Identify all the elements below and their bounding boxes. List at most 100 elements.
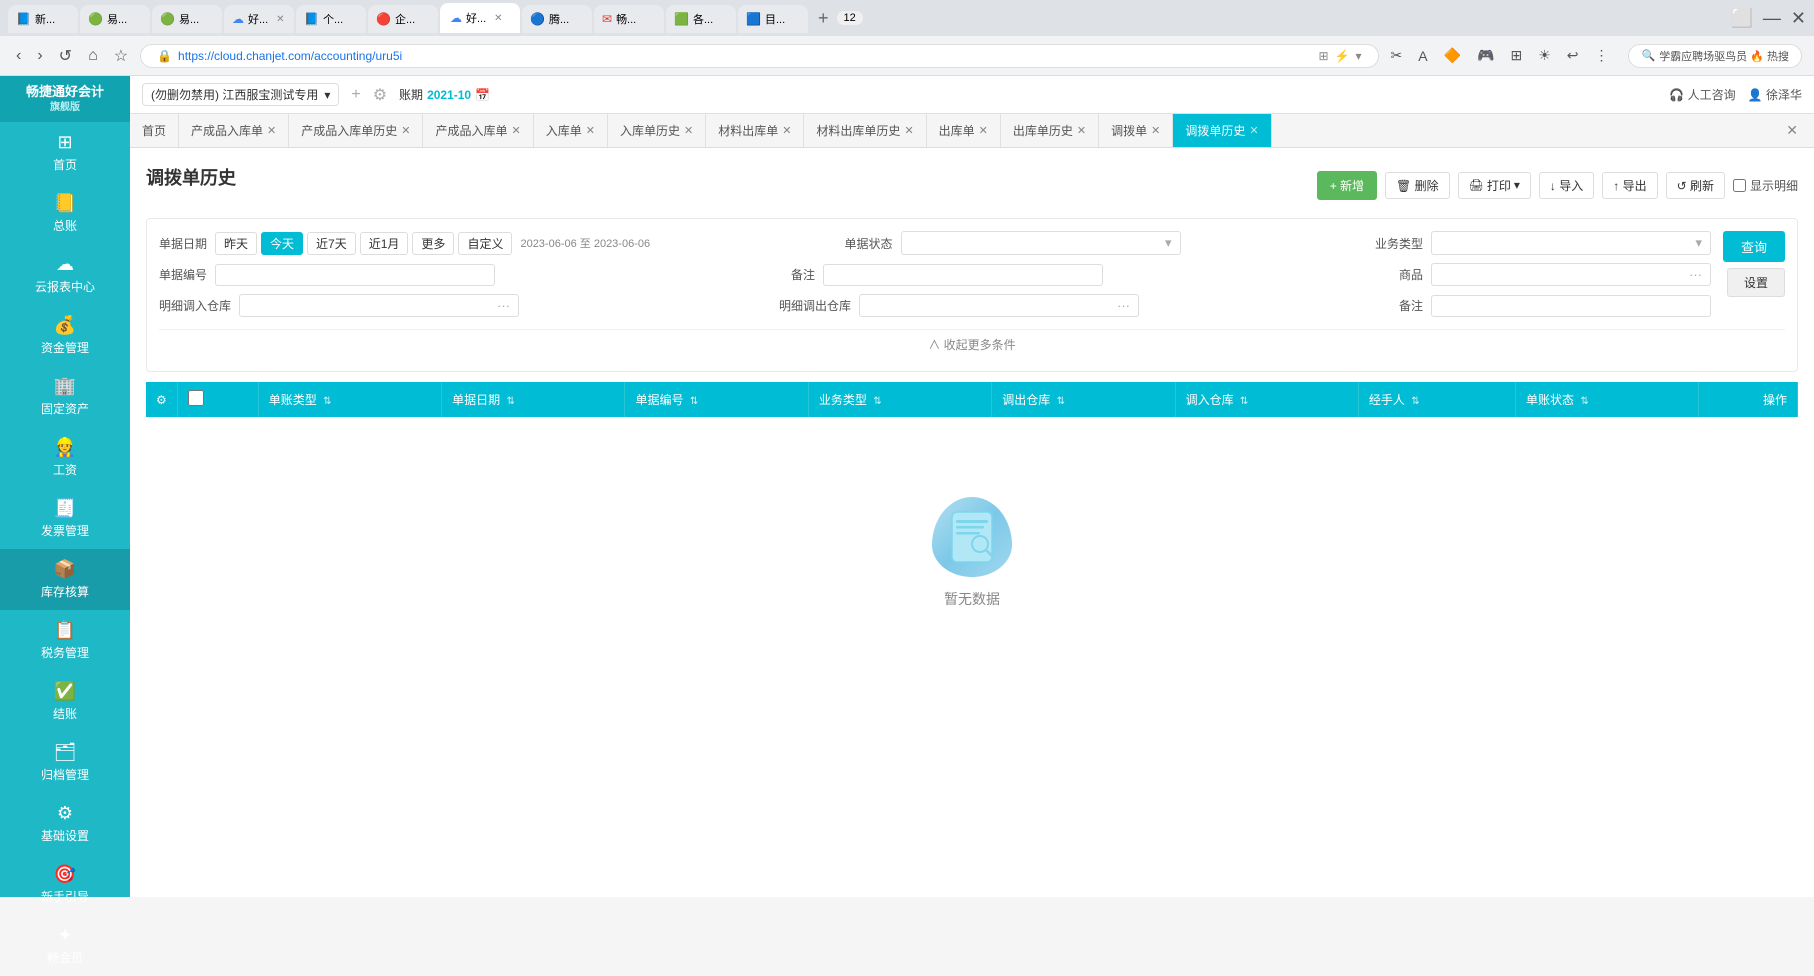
brightness-icon[interactable]: ☀ bbox=[1534, 43, 1555, 68]
status-select[interactable]: ▾ bbox=[901, 231, 1181, 255]
note2-input[interactable] bbox=[1431, 295, 1711, 317]
query-button[interactable]: 查询 bbox=[1723, 231, 1785, 262]
browser-tab-2[interactable]: 🟢 易... bbox=[80, 5, 150, 33]
import-button[interactable]: ↓ 导入 bbox=[1539, 172, 1594, 199]
sidebar-item-wage[interactable]: 👷 工资 bbox=[0, 427, 130, 488]
new-button[interactable]: + 新增 bbox=[1317, 171, 1377, 200]
display-toggle[interactable]: 显示明细 bbox=[1733, 177, 1798, 194]
close-window-icon[interactable]: ✕ bbox=[1791, 8, 1806, 29]
page-tab-7[interactable]: 材料出库单历史 ✕ bbox=[804, 114, 926, 148]
page-tab-home[interactable]: 首页 bbox=[130, 114, 179, 148]
close-tab-3-icon[interactable]: ✕ bbox=[512, 124, 521, 137]
browser-tab-1[interactable]: 📘 新... bbox=[8, 5, 78, 33]
col-out-warehouse[interactable]: 调出仓库 ⇅ bbox=[992, 382, 1175, 417]
browser-tab-7[interactable]: ☁ 好... ✕ bbox=[440, 3, 520, 33]
col-handler[interactable]: 经手人 ⇅ bbox=[1358, 382, 1515, 417]
sidebar-item-member[interactable]: ✦ 畅会员 bbox=[0, 915, 130, 976]
week-btn[interactable]: 近7天 bbox=[307, 232, 356, 255]
close-tab-4b-icon[interactable]: ✕ bbox=[586, 124, 595, 137]
print-button[interactable]: 🖨 打印 ▾ bbox=[1458, 172, 1531, 199]
refresh-page-button[interactable]: ↺ 刷新 bbox=[1666, 172, 1725, 199]
delete-button[interactable]: 🗑 删除 bbox=[1385, 172, 1450, 199]
biz-type-select[interactable]: ▾ bbox=[1431, 231, 1711, 255]
browser-tab-10[interactable]: 🟩 各... bbox=[666, 5, 736, 33]
new-tab-button[interactable]: + bbox=[818, 8, 829, 29]
page-tab-1[interactable]: 产成品入库单 ✕ bbox=[179, 114, 289, 148]
menu-icon[interactable]: ⋮ bbox=[1590, 43, 1612, 68]
sidebar-item-report[interactable]: ☁ 云报表中心 bbox=[0, 244, 130, 305]
sidebar-item-fund[interactable]: 💰 资金管理 bbox=[0, 305, 130, 366]
period-selector[interactable]: 账期 2021-10 📅 bbox=[399, 86, 490, 103]
close-tab-10-icon[interactable]: ✕ bbox=[1151, 124, 1160, 137]
close-tab-2-icon[interactable]: ✕ bbox=[401, 124, 410, 137]
browser-tab-8[interactable]: 🔵 腾... bbox=[522, 5, 592, 33]
home-button[interactable]: ⌂ bbox=[84, 43, 102, 69]
display-toggle-checkbox[interactable] bbox=[1733, 179, 1746, 192]
extensions-button[interactable]: ✂ bbox=[1387, 43, 1407, 68]
goods-select[interactable]: ··· bbox=[1431, 263, 1711, 286]
page-tab-2[interactable]: 产成品入库单历史 ✕ bbox=[289, 114, 423, 148]
detail-in-select[interactable]: ··· bbox=[239, 294, 519, 317]
browser-tab-4[interactable]: ☁ 好... ✕ bbox=[224, 5, 294, 33]
detail-out-select[interactable]: ··· bbox=[859, 294, 1139, 317]
close-tab-9-icon[interactable]: ✕ bbox=[1077, 124, 1086, 137]
sidebar-item-home[interactable]: ⊞ 首页 bbox=[0, 122, 130, 183]
page-tab-5[interactable]: 入库单历史 ✕ bbox=[608, 114, 706, 148]
setting-button[interactable]: 设置 bbox=[1727, 268, 1785, 297]
close-all-tabs-icon[interactable]: ✕ bbox=[1778, 122, 1806, 139]
company-selector[interactable]: (勿删勿禁用) 江西服宝测试专用 ▾ bbox=[142, 83, 339, 106]
address-dropdown-icon[interactable]: ▾ bbox=[1355, 49, 1361, 63]
user-avatar[interactable]: 👤 徐泽华 bbox=[1748, 86, 1802, 103]
close-tab-1-icon[interactable]: ✕ bbox=[267, 124, 276, 137]
search-box[interactable]: 🔍 学霸应聘场驱鸟员 🔥 热搜 bbox=[1628, 44, 1802, 68]
sidebar-item-settle[interactable]: ✅ 结账 bbox=[0, 671, 130, 732]
translate-icon[interactable]: A bbox=[1414, 44, 1431, 68]
browser-tab-3[interactable]: 🟢 易... bbox=[152, 5, 222, 33]
history-icon[interactable]: ↩ bbox=[1563, 43, 1583, 68]
sidebar-item-ledger[interactable]: 📒 总账 bbox=[0, 183, 130, 244]
game-icon[interactable]: 🎮 bbox=[1473, 43, 1498, 68]
wallet-icon[interactable]: 🔶 bbox=[1440, 43, 1465, 68]
col-biz-type[interactable]: 业务类型 ⇅ bbox=[808, 382, 991, 417]
close-tab-6-icon[interactable]: ✕ bbox=[782, 124, 791, 137]
back-button[interactable]: ‹ bbox=[12, 43, 25, 69]
col-settings[interactable]: ⚙ bbox=[146, 382, 177, 417]
close-tab-7-icon[interactable]: ✕ bbox=[494, 13, 502, 24]
col-doc-type[interactable]: 单账类型 ⇅ bbox=[258, 382, 441, 417]
forward-button[interactable]: › bbox=[33, 43, 46, 69]
page-tab-10[interactable]: 调拨单 ✕ bbox=[1099, 114, 1173, 148]
custom-btn[interactable]: 自定义 bbox=[458, 232, 512, 255]
note-input[interactable] bbox=[823, 264, 1103, 286]
browser-tab-6[interactable]: 🔴 企... bbox=[368, 5, 438, 33]
close-tab-5-icon[interactable]: ✕ bbox=[684, 124, 693, 137]
month-btn[interactable]: 近1月 bbox=[360, 232, 409, 255]
today-btn[interactable]: 今天 bbox=[261, 232, 303, 255]
sidebar-item-archive[interactable]: 🗂 归档管理 bbox=[0, 732, 130, 793]
close-tab-11-icon[interactable]: ✕ bbox=[1249, 124, 1258, 137]
grid-icon[interactable]: ⊞ bbox=[1506, 43, 1526, 68]
minimize-icon[interactable]: — bbox=[1763, 8, 1781, 29]
refresh-button[interactable]: ↺ bbox=[55, 42, 76, 70]
browser-tab-5[interactable]: 📘 个... bbox=[296, 5, 366, 33]
close-tab-8-icon[interactable]: ✕ bbox=[979, 124, 988, 137]
settings-button[interactable]: ⚙ bbox=[373, 85, 387, 105]
add-company-button[interactable]: + bbox=[351, 86, 360, 104]
page-tab-11-active[interactable]: 调拨单历史 ✕ bbox=[1173, 114, 1271, 148]
page-tab-8[interactable]: 出库单 ✕ bbox=[927, 114, 1001, 148]
browser-tab-9[interactable]: ✉ 畅... bbox=[594, 5, 664, 33]
sidebar-item-basic[interactable]: ⚙ 基础设置 bbox=[0, 793, 130, 854]
user-service-button[interactable]: 🎧 人工咨询 bbox=[1669, 86, 1735, 103]
col-doc-no[interactable]: 单据编号 ⇅ bbox=[625, 382, 808, 417]
close-tab-4-icon[interactable]: ✕ bbox=[276, 14, 284, 25]
bookmark-button[interactable]: ☆ bbox=[110, 42, 132, 70]
address-bar[interactable]: 🔒 https://cloud.chanjet.com/accounting/u… bbox=[140, 44, 1378, 68]
page-tab-4[interactable]: 入库单 ✕ bbox=[534, 114, 608, 148]
sidebar-item-inventory[interactable]: 📦 库存核算 bbox=[0, 549, 130, 610]
col-in-warehouse[interactable]: 调入仓库 ⇅ bbox=[1175, 382, 1358, 417]
close-tab-7b-icon[interactable]: ✕ bbox=[904, 124, 913, 137]
sidebar-item-asset[interactable]: 🏢 固定资产 bbox=[0, 366, 130, 427]
collapse-bar[interactable]: ∧ 收起更多条件 bbox=[159, 329, 1785, 359]
page-tab-3[interactable]: 产成品入库单 ✕ bbox=[423, 114, 533, 148]
yesterday-btn[interactable]: 昨天 bbox=[215, 232, 257, 255]
page-tab-6[interactable]: 材料出库单 ✕ bbox=[706, 114, 804, 148]
